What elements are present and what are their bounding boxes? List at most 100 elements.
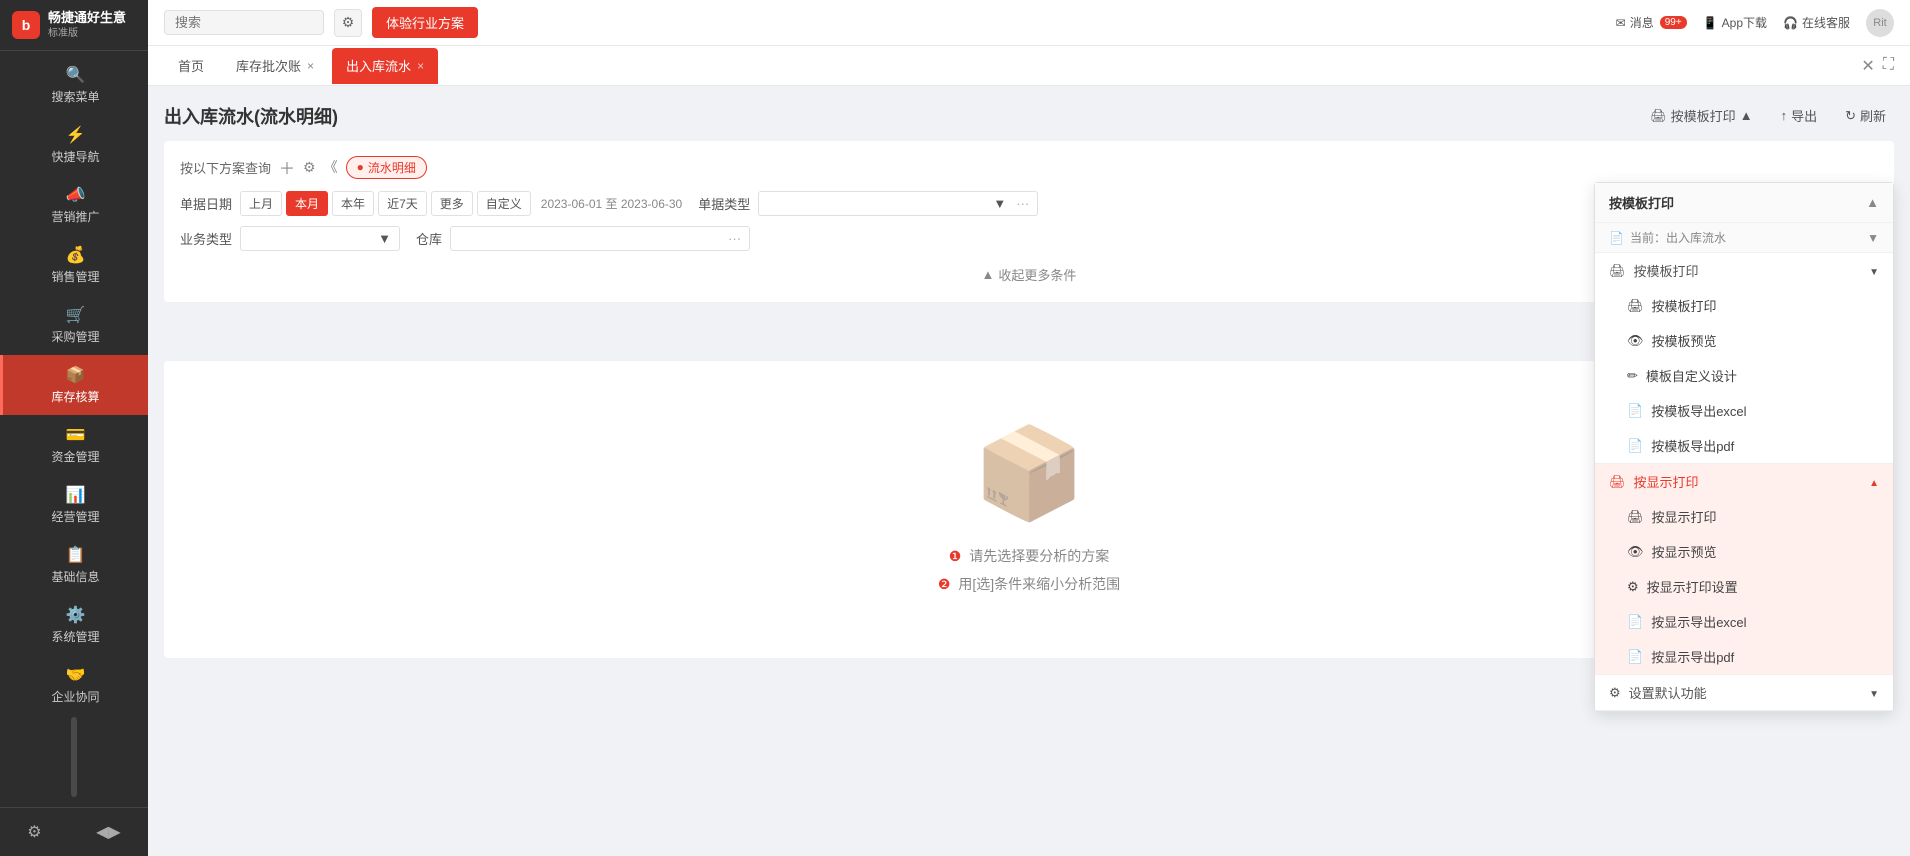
display-excel-icon: 📄 (1627, 614, 1643, 630)
template-preview-item[interactable]: 👁 按模板预览 (1595, 323, 1893, 358)
tab-close-inventory-flow[interactable]: × (417, 59, 424, 73)
date-btn-this-year[interactable]: 本年 (332, 191, 374, 216)
search-input[interactable] (164, 10, 324, 35)
sidebar-item-operations[interactable]: 📊经营管理 (0, 475, 148, 535)
dropdown-section-template-print: 🖨 按模板打印 🖨 按模板打印 👁 按模板预览 ✏ 模板自定义设计 (1595, 253, 1893, 464)
display-print-item[interactable]: 🖨 按显示打印 (1595, 499, 1893, 534)
dropdown-section-display-print: 🖨 按显示打印 🖨 按显示打印 👁 按显示预览 ⚙ 按显示打印设置 (1595, 464, 1893, 675)
filter-add-button[interactable]: ＋ (279, 155, 295, 179)
sidebar: b 畅捷通好生意 标准版 🔍搜索菜单⚡快捷导航 📣 营销推广 💰销售管理🛒采购管理📦库… (0, 0, 148, 856)
sidebar-bottom: ⚙ ◀▶ (0, 807, 148, 856)
tab-inventory-flow[interactable]: 出入库流水 × (332, 48, 438, 84)
date-btn-last-month[interactable]: 上月 (240, 191, 282, 216)
collapse-sidebar-icon[interactable]: ◀▶ (92, 818, 125, 846)
print-dropdown-panel: 按模板打印 ▲ 📄 当前：出入库流水 ▼ 🖨 按模板打印 (1594, 182, 1894, 712)
sidebar-item-label: 经营管理 (51, 508, 99, 525)
sidebar-item-search[interactable]: 🔍搜索菜单 (0, 55, 148, 115)
filter-active-tag[interactable]: ● 流水明细 (346, 156, 427, 179)
filter-settings-button[interactable]: ⚙ (303, 159, 316, 176)
refresh-icon: ↻ (1845, 108, 1856, 124)
header-right: ✉ 消息 99+ 📱 App下载 🎧 在线客服 Rit (1616, 9, 1894, 37)
basic-icon: 📋 (66, 545, 86, 565)
display-print-section-header[interactable]: 🖨 按显示打印 (1595, 464, 1893, 499)
collapse-more-button[interactable]: ▲ 收起更多条件 (970, 261, 1089, 288)
set-default-icon: ⚙ (1609, 685, 1621, 701)
export-icon: ↑ (1781, 108, 1788, 123)
quick-nav-icon: ⚡ (66, 125, 86, 145)
date-btn-this-month[interactable]: 本月 (286, 191, 328, 216)
current-template-icon: 📄 (1609, 231, 1624, 245)
marketing-icon: 📣 (66, 185, 86, 205)
tab-home[interactable]: 首页 (164, 48, 218, 84)
date-btn-custom[interactable]: 自定义 (477, 191, 531, 216)
filter-collapse-button[interactable]: 《 (324, 157, 338, 177)
chevron-down-icon: ▲ (1740, 108, 1753, 123)
display-print-settings-item[interactable]: ⚙ 按显示打印设置 (1595, 569, 1893, 604)
purchase-icon: 🛒 (66, 305, 86, 325)
app-logo-icon: b (12, 11, 40, 39)
export-button[interactable]: ↑ 导出 (1773, 102, 1826, 129)
template-custom-item[interactable]: ✏ 模板自定义设计 (1595, 358, 1893, 393)
trial-button[interactable]: 体验行业方案 (372, 7, 478, 38)
print-template-button[interactable]: 🖨 按模板打印 ▲ (1642, 102, 1760, 129)
app-download-button[interactable]: 📱 App下载 (1703, 14, 1767, 31)
sidebar-item-label: 系统管理 (51, 628, 99, 645)
cooperation-icon: 🤝 (66, 665, 86, 685)
avatar[interactable]: Rit (1866, 9, 1894, 37)
tab-close-inventory-batch[interactable]: × (307, 59, 314, 73)
sidebar-item-purchase[interactable]: 🛒采购管理 (0, 295, 148, 355)
header-search-wrap (164, 10, 324, 35)
filter-warehouse-select[interactable]: ··· (450, 226, 750, 251)
online-service-button[interactable]: 🎧 在线客服 (1783, 14, 1850, 31)
main-content: ⚙ 体验行业方案 ✉ 消息 99+ 📱 App下载 🎧 在线客服 Rit (148, 0, 1910, 856)
tabs-actions: ✕ ⛶ (1861, 56, 1894, 76)
template-print-item[interactable]: 🖨 按模板打印 (1595, 288, 1893, 323)
sidebar-item-sales[interactable]: 💰销售管理 (0, 235, 148, 295)
close-all-tabs-button[interactable]: ✕ (1861, 56, 1874, 76)
sidebar-item-system[interactable]: ⚙️系统管理 (0, 595, 148, 655)
sidebar-item-label: 销售管理 (51, 268, 99, 285)
empty-illustration: 📦 (973, 421, 1085, 526)
filter-date-buttons: 上月 本月 本年 近7天 更多 自定义 2023-06-01 至 2023-06… (240, 191, 682, 216)
settings-gear-button[interactable]: ⚙ (334, 9, 362, 37)
tabs-bar: 首页 库存批次账 × 出入库流水 × ✕ ⛶ (148, 46, 1910, 86)
filter-tag-dot: ● (357, 160, 364, 174)
more-options-icon[interactable]: ··· (1016, 196, 1029, 211)
display-export-excel-item[interactable]: 📄 按显示导出excel (1595, 604, 1893, 639)
display-preview-icon: 👁 (1627, 544, 1644, 560)
display-print-section-icon: 🖨 (1609, 474, 1626, 490)
display-preview-item[interactable]: 👁 按显示预览 (1595, 534, 1893, 569)
template-print-section-header[interactable]: 🖨 按模板打印 (1595, 253, 1893, 288)
sidebar-item-inventory[interactable]: 📦库存核算 (0, 355, 148, 415)
settings-icon[interactable]: ⚙ (23, 818, 45, 846)
tab-inventory-batch[interactable]: 库存批次账 × (222, 48, 328, 84)
chevron-down-icon: ▼ (378, 231, 391, 246)
template-export-pdf-item[interactable]: 📄 按模板导出pdf (1595, 428, 1893, 463)
sidebar-item-quick-nav[interactable]: ⚡快捷导航 (0, 115, 148, 175)
current-template-row: 📄 当前：出入库流水 ▼ (1595, 223, 1893, 253)
sidebar-logo: b 畅捷通好生意 标准版 (0, 0, 148, 51)
set-default-section-header[interactable]: ⚙ 设置默认功能 (1595, 675, 1893, 710)
sidebar-item-marketing[interactable]: 📣 营销推广 (0, 175, 148, 235)
sidebar-item-basic[interactable]: 📋基础信息 (0, 535, 148, 595)
more-options-icon[interactable]: ··· (728, 231, 741, 246)
current-chevron: ▼ (1867, 231, 1879, 245)
message-button[interactable]: ✉ 消息 99+ (1616, 14, 1687, 31)
date-btn-more[interactable]: 更多 (431, 191, 473, 216)
filter-biz-type-select[interactable]: ▼ (240, 226, 400, 251)
sidebar-item-label: 营销推广 (51, 208, 99, 225)
sidebar-item-cooperation[interactable]: 🤝企业协同 (0, 655, 148, 707)
dropdown-chevron-icon[interactable]: ▲ (1866, 195, 1879, 210)
refresh-button[interactable]: ↻ 刷新 (1837, 102, 1894, 129)
maximize-button[interactable]: ⛶ (1883, 56, 1894, 76)
message-badge: 99+ (1660, 16, 1687, 29)
sidebar-item-finance[interactable]: 💳资金管理 (0, 415, 148, 475)
preview-icon: 👁 (1627, 333, 1644, 349)
search-icon: 🔍 (66, 65, 86, 85)
template-export-excel-item[interactable]: 📄 按模板导出excel (1595, 393, 1893, 428)
collapse-icon: ▲ (982, 267, 995, 282)
date-btn-7days[interactable]: 近7天 (378, 191, 427, 216)
display-export-pdf-item[interactable]: 📄 按显示导出pdf (1595, 639, 1893, 674)
inventory-icon: 📦 (66, 365, 86, 385)
filter-doc-type-select[interactable]: ▼ ··· (758, 191, 1038, 216)
